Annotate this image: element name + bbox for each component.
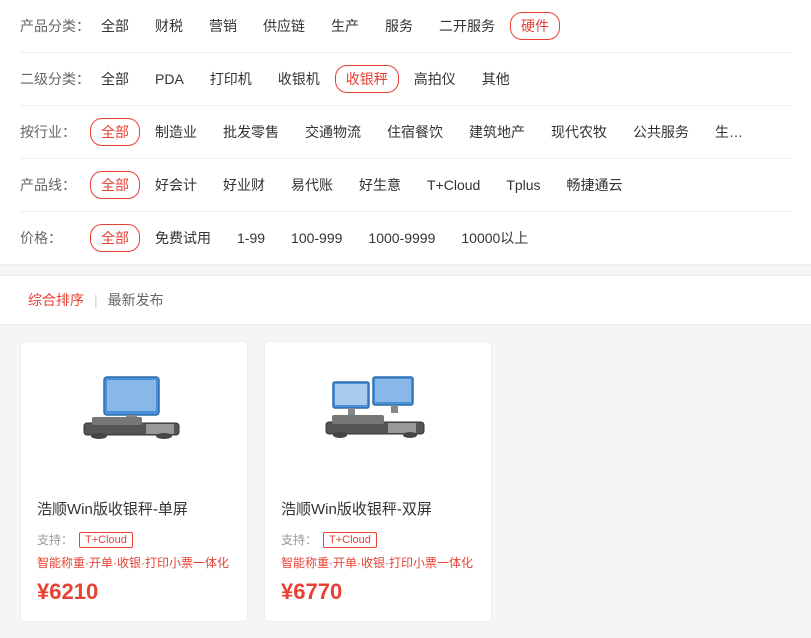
product-card-1[interactable]: 浩顺Win版收银秤-单屏 支持： T+Cloud 智能称重·开单·收银·打印小票…: [20, 341, 248, 622]
filter-item-highcam[interactable]: 高拍仪: [403, 65, 467, 93]
filter-items-price: 全部 免费试用 1-99 100-999 1000-9999 10000以上: [90, 224, 539, 252]
product-name-1: 浩顺Win版收银秤-单屏: [37, 498, 231, 519]
filter-row-product-category: 产品分类： 全部 财税 营销 供应链 生产 服务 二开服务 硬件: [20, 0, 791, 53]
filter-item-jtty[interactable]: 畅捷通云: [556, 171, 634, 199]
product-desc-2: 智能称重·开单·收银·打印小票一体化: [281, 554, 475, 571]
support-tag-2: T+Cloud: [323, 532, 377, 548]
filter-item-price4[interactable]: 10000以上: [450, 224, 539, 252]
product-image-2: [281, 362, 475, 482]
filter-item-cashregister[interactable]: 收银机: [267, 65, 331, 93]
filter-item-marketing[interactable]: 营销: [198, 12, 248, 40]
filter-item-hss[interactable]: 好生意: [348, 171, 412, 199]
filter-label-price: 价格：: [20, 228, 90, 248]
filter-item-all[interactable]: 全部: [90, 12, 140, 40]
filter-item-supply[interactable]: 供应链: [252, 12, 316, 40]
filter-items-sub-category: 全部 PDA 打印机 收银机 收银秤 高拍仪 其他: [90, 65, 521, 93]
filter-label-product-line: 产品线：: [20, 175, 90, 195]
support-tag-1: T+Cloud: [79, 532, 133, 548]
filter-row-product-line: 产品线： 全部 好会计 好业财 易代账 好生意 T+Cloud Tplus 畅捷…: [20, 159, 791, 212]
sort-bar: 综合排序 | 最新发布: [0, 275, 811, 325]
filter-item-price3[interactable]: 1000-9999: [357, 226, 446, 250]
product-image-1: [37, 362, 231, 482]
product-desc-1: 智能称重·开单·收银·打印小票一体化: [37, 554, 231, 571]
filter-item-other[interactable]: 其他: [471, 65, 521, 93]
filter-item-price2[interactable]: 100-999: [280, 226, 353, 250]
product-support-1: 支持： T+Cloud: [37, 531, 231, 548]
filter-label-product-category: 产品分类：: [20, 16, 90, 36]
filter-item-tplus[interactable]: Tplus: [495, 173, 551, 197]
sort-separator: |: [94, 292, 98, 308]
filter-row-price: 价格： 全部 免费试用 1-99 100-999 1000-9999 10000…: [20, 212, 791, 264]
filter-item-hospitality[interactable]: 住宿餐饮: [376, 118, 454, 146]
filter-item-free[interactable]: 免费试用: [144, 224, 222, 252]
filter-item-hardware[interactable]: 硬件: [510, 12, 560, 40]
filter-items-product-line: 全部 好会计 好业财 易代账 好生意 T+Cloud Tplus 畅捷通云: [90, 171, 634, 199]
filter-item-production[interactable]: 生产: [320, 12, 370, 40]
product-card-2[interactable]: 浩顺Win版收银秤-双屏 支持： T+Cloud 智能称重·开单·收银·打印小票…: [264, 341, 492, 622]
filter-item-service[interactable]: 服务: [374, 12, 424, 40]
product-price-1: ¥6210: [37, 579, 231, 605]
filter-label-industry: 按行业：: [20, 122, 90, 142]
sort-comprehensive[interactable]: 综合排序: [20, 286, 92, 314]
filter-section: 产品分类： 全部 财税 营销 供应链 生产 服务 二开服务 硬件 二级分类： 全…: [0, 0, 811, 265]
filter-item-industry-all[interactable]: 全部: [90, 118, 140, 146]
filter-item-sub-all[interactable]: 全部: [90, 65, 140, 93]
support-label-1: 支持：: [37, 531, 73, 548]
filter-item-wholesale[interactable]: 批发零售: [212, 118, 290, 146]
filter-item-public[interactable]: 公共服务: [622, 118, 700, 146]
support-label-2: 支持：: [281, 531, 317, 548]
filter-item-pda[interactable]: PDA: [144, 67, 195, 91]
filter-item-price1[interactable]: 1-99: [226, 226, 276, 250]
filter-items-product-category: 全部 财税 营销 供应链 生产 服务 二开服务 硬件: [90, 12, 560, 40]
sort-latest[interactable]: 最新发布: [100, 286, 172, 314]
filter-item-transport[interactable]: 交通物流: [294, 118, 372, 146]
product-grid: 浩顺Win版收银秤-单屏 支持： T+Cloud 智能称重·开单·收银·打印小票…: [0, 325, 811, 638]
filter-items-industry: 全部 制造业 批发零售 交通物流 住宿餐饮 建筑地产 现代农牧 公共服务 生…: [90, 118, 754, 146]
filter-item-ydc[interactable]: 易代账: [280, 171, 344, 199]
filter-item-price-all[interactable]: 全部: [90, 224, 140, 252]
filter-item-line-all[interactable]: 全部: [90, 171, 140, 199]
filter-item-more[interactable]: 生…: [704, 118, 754, 146]
filter-row-industry: 按行业： 全部 制造业 批发零售 交通物流 住宿餐饮 建筑地产 现代农牧 公共服…: [20, 106, 791, 159]
filter-item-tcloud[interactable]: T+Cloud: [416, 173, 491, 197]
filter-item-tax[interactable]: 财税: [144, 12, 194, 40]
filter-item-printer[interactable]: 打印机: [199, 65, 263, 93]
filter-row-sub-category: 二级分类： 全部 PDA 打印机 收银机 收银秤 高拍仪 其他: [20, 53, 791, 106]
filter-item-agriculture[interactable]: 现代农牧: [540, 118, 618, 146]
filter-item-manufacturing[interactable]: 制造业: [144, 118, 208, 146]
filter-item-cashscale[interactable]: 收银秤: [335, 65, 399, 93]
product-name-2: 浩顺Win版收银秤-双屏: [281, 498, 475, 519]
product-support-2: 支持： T+Cloud: [281, 531, 475, 548]
filter-item-open[interactable]: 二开服务: [428, 12, 506, 40]
filter-label-sub-category: 二级分类：: [20, 69, 90, 89]
filter-item-hkj[interactable]: 好会计: [144, 171, 208, 199]
filter-item-hyc[interactable]: 好业财: [212, 171, 276, 199]
filter-item-realestate[interactable]: 建筑地产: [458, 118, 536, 146]
product-price-2: ¥6770: [281, 579, 475, 605]
